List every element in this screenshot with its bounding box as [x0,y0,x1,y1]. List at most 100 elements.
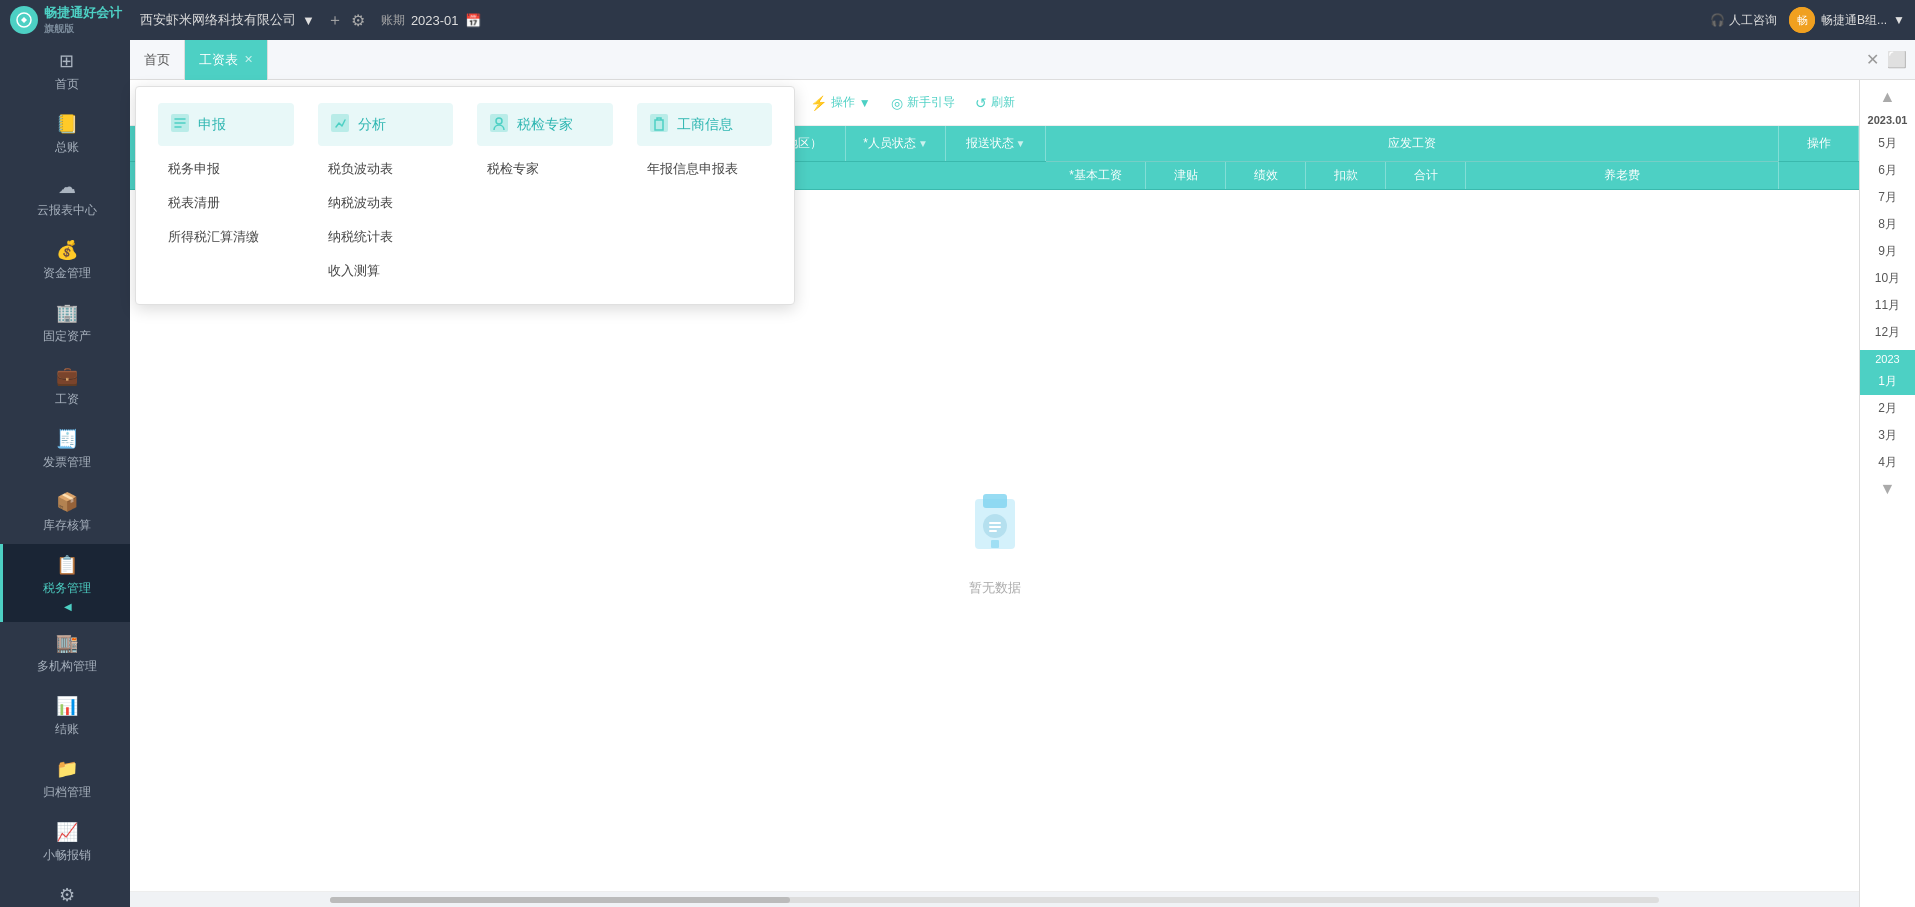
assets-icon: 🏢 [56,302,78,324]
scroll-thumb[interactable] [330,897,790,903]
calendar-icon[interactable]: 📅 [465,13,481,28]
tab-bar: 首页 工资表 ✕ ✕ ⬜ [130,40,1915,80]
window-close-icon[interactable]: ✕ [1866,50,1879,69]
popup-col-business: 工商信息 年报信息申报表 [625,97,785,294]
sidebar-item-multi[interactable]: 🏬 多机构管理 [0,622,130,685]
refresh-icon: ↺ [975,95,987,111]
sidebar-item-cloud[interactable]: ☁ 云报表中心 [0,166,130,229]
period-label: 账期 [381,12,405,29]
refresh-action[interactable]: ↺ 刷新 [969,94,1021,111]
sidebar-label-cloud: 云报表中心 [37,202,97,219]
close-period-icon: 📊 [56,695,78,717]
sidebar-item-tax[interactable]: 📋 税务管理 ◀ [0,544,130,622]
multi-icon: 🏬 [56,632,78,654]
right-panel-month-3[interactable]: 3月 [1860,422,1915,449]
menu-tax-declare[interactable]: 税务申报 [158,152,294,186]
shenbao-icon [168,111,192,138]
sidebar: ⊞ 首页 📒 总账 ☁ 云报表中心 💰 资金管理 🏢 固定资产 💼 工资 🧾 发… [0,40,130,907]
refresh-label: 刷新 [991,94,1015,111]
top-bar: 畅捷通好会计 旗舰版 西安虾米网络科技有限公司 ▼ ＋ ⚙ 账期 2023-01… [0,0,1915,40]
sidebar-item-settings[interactable]: ⚙ 基础设置 [0,874,130,907]
guide-toolbar-icon: ◎ [891,95,903,111]
right-panel-year-top: 2023.01 [1868,110,1908,130]
top-actions: ＋ ⚙ [327,10,365,31]
window-expand-icon[interactable]: ⬜ [1887,50,1907,69]
tab-home[interactable]: 首页 [130,40,185,80]
top-right-area: 🎧 人工咨询 畅 畅捷通B组... ▼ [1710,7,1905,33]
svg-rect-7 [989,526,1001,528]
ledger-icon: 📒 [56,113,78,135]
right-panel-month-9[interactable]: 9月 [1860,238,1915,265]
sidebar-item-archive[interactable]: 📁 归档管理 [0,748,130,811]
operations-action[interactable]: ⚡ 操作 ▼ [804,94,877,111]
empty-illustration [955,484,1035,567]
sidebar-arrow-icon: ◀ [64,601,72,612]
add-icon[interactable]: ＋ [327,10,343,31]
operations-label: 操作 [831,94,855,111]
sidebar-item-inventory[interactable]: 📦 库存核算 [0,481,130,544]
menu-annual-report[interactable]: 年报信息申报表 [637,152,773,186]
right-panel-nav-up[interactable]: ▲ [1876,84,1900,110]
th2-base-salary: *基本工资 [1046,162,1146,189]
chevron-down-icon: ▼ [302,13,315,28]
scroll-track [330,897,1659,903]
service-button[interactable]: 🎧 人工咨询 [1710,12,1777,29]
th-ops: 操作 [1779,126,1859,161]
user-area[interactable]: 畅 畅捷通B组... ▼ [1789,7,1905,33]
th-status-filter-icon[interactable]: ▼ [918,138,928,149]
expert-title: 税检专家 [517,116,573,134]
th-report-filter-icon[interactable]: ▼ [1016,138,1026,149]
right-panel-month-11[interactable]: 11月 [1860,292,1915,319]
sidebar-item-invoice[interactable]: 🧾 发票管理 [0,418,130,481]
right-panel-nav-down[interactable]: ▼ [1876,476,1900,502]
th-ops-label: 操作 [1807,135,1831,152]
sidebar-item-fund[interactable]: 💰 资金管理 [0,229,130,292]
menu-income-forecast[interactable]: 收入测算 [318,254,454,288]
sidebar-item-home[interactable]: ⊞ 首页 [0,40,130,103]
sidebar-item-close[interactable]: 📊 结账 [0,685,130,748]
svg-rect-8 [989,530,997,532]
menu-tax-expert[interactable]: 税检专家 [477,152,613,186]
invoice-icon: 🧾 [56,428,78,450]
right-panel-month-2[interactable]: 2月 [1860,395,1915,422]
bottom-scrollbar[interactable] [130,891,1859,907]
tab-close-icon[interactable]: ✕ [244,53,253,66]
analysis-icon [328,111,352,138]
right-panel-month-7[interactable]: 7月 [1860,184,1915,211]
menu-tax-burden[interactable]: 税负波动表 [318,152,454,186]
sidebar-item-report[interactable]: 📈 小畅报销 [0,811,130,874]
svg-text:畅: 畅 [1797,14,1808,26]
popup-col-analysis: 分析 税负波动表 纳税波动表 纳税统计表 收入测算 [306,97,466,294]
inventory-icon: 📦 [56,491,78,513]
tab-salary-table[interactable]: 工资表 ✕ [185,40,268,80]
sidebar-label-home: 首页 [55,76,79,93]
guide-action[interactable]: ◎ 新手引导 [885,94,961,111]
settings-icon[interactable]: ⚙ [351,11,365,30]
menu-tax-table[interactable]: 税表清册 [158,186,294,220]
popup-header-shenbao: 申报 [158,103,294,146]
right-panel-month-10[interactable]: 10月 [1860,265,1915,292]
business-title: 工商信息 [677,116,733,134]
right-panel-month-6[interactable]: 6月 [1860,157,1915,184]
th2-deduct: 扣款 [1306,162,1386,189]
sidebar-item-assets[interactable]: 🏢 固定资产 [0,292,130,355]
menu-income-tax-settle[interactable]: 所得税汇算清缴 [158,220,294,254]
right-panel-month-8[interactable]: 8月 [1860,211,1915,238]
svg-rect-12 [490,114,508,132]
sidebar-item-ledger[interactable]: 📒 总账 [0,103,130,166]
right-panel-year-label: 2023 [1860,350,1915,368]
period-area: 账期 2023-01 📅 [381,12,481,29]
menu-tax-stats[interactable]: 纳税统计表 [318,220,454,254]
right-panel-month-4[interactable]: 4月 [1860,449,1915,476]
right-panel-month-5[interactable]: 5月 [1860,130,1915,157]
sidebar-label-inventory: 库存核算 [43,517,91,534]
company-selector[interactable]: 西安虾米网络科技有限公司 ▼ [140,11,315,29]
svg-rect-4 [983,494,1007,508]
menu-tax-wave[interactable]: 纳税波动表 [318,186,454,220]
right-panel-month-1[interactable]: 1月 [1860,368,1915,395]
right-panel: ▲ 2023.01 5月 6月 7月 8月 9月 10月 11月 12月 202… [1859,80,1915,907]
sidebar-label-close: 结账 [55,721,79,738]
sidebar-item-salary[interactable]: 💼 工资 [0,355,130,418]
right-panel-month-12[interactable]: 12月 [1860,319,1915,346]
shenbao-title: 申报 [198,116,226,134]
